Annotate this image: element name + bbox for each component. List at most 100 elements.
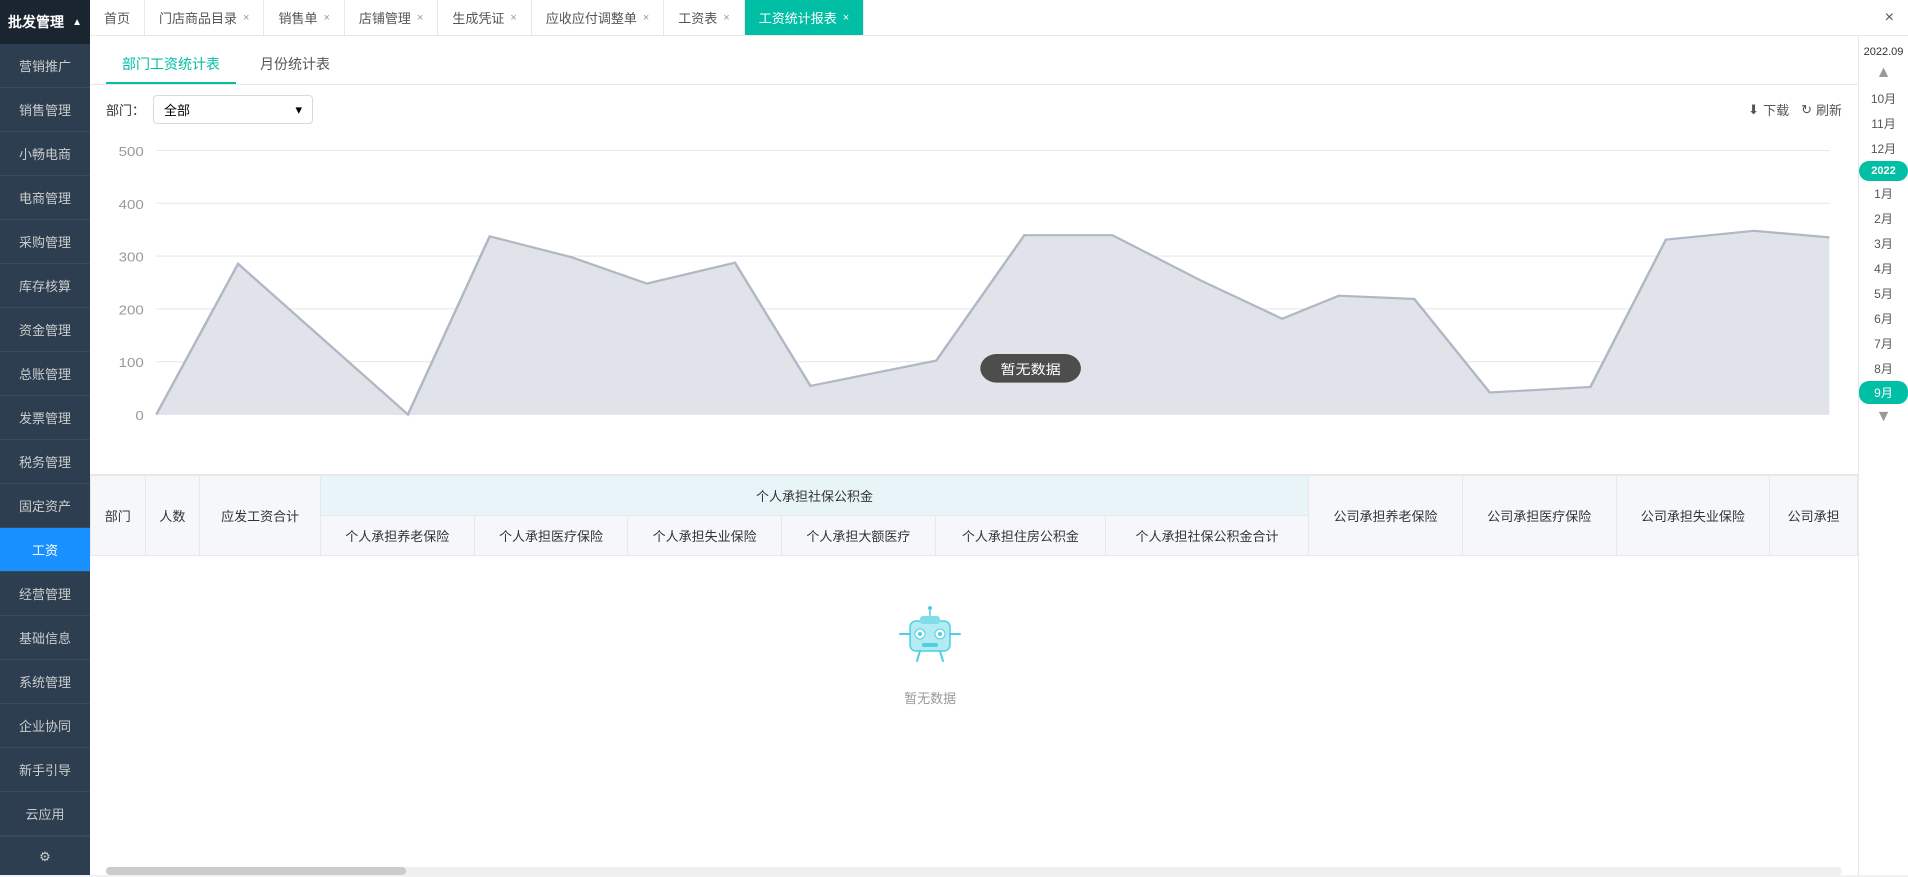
empty-robot-icon — [890, 596, 970, 676]
toolbar: 部门： 全部 ▾ ⬇ 下载 ↻ 刷新 — [90, 85, 1858, 134]
empty-text: 暂无数据 — [904, 688, 956, 707]
sidebar-item-salary[interactable]: 工资 — [0, 528, 90, 572]
download-icon: ⬇ — [1748, 102, 1759, 118]
tab-receivable[interactable]: 应收应付调整单 × — [532, 0, 664, 35]
sidebar-item-ecom[interactable]: 电商管理 — [0, 176, 90, 220]
th-company-pension: 公司承担养老保险 — [1309, 476, 1463, 556]
tab-store[interactable]: 店铺管理 × — [345, 0, 438, 35]
toolbar-right: ⬇ 下载 ↻ 刷新 — [1748, 100, 1842, 119]
download-label: 下载 — [1763, 100, 1789, 119]
th-personal-unemployment: 个人承担失业保险 — [628, 516, 782, 556]
tab-close-goods[interactable]: × — [243, 12, 249, 24]
sidebar-item-finance[interactable]: 资金管理 — [0, 308, 90, 352]
close-all-tabs-button[interactable]: × — [1871, 9, 1908, 27]
sidebar-item-invoice[interactable]: 发票管理 — [0, 396, 90, 440]
sidebar-item-guide[interactable]: 新手引导 — [0, 748, 90, 792]
tab-label-salary-report: 工资统计报表 — [759, 8, 837, 27]
th-personal-group: 个人承担社保公积金 — [320, 476, 1308, 516]
timeline-month-7[interactable]: 4月 — [1859, 256, 1908, 281]
tab-dept-stats[interactable]: 部门工资统计表 — [106, 46, 236, 84]
timeline-month-12[interactable]: 9月 — [1859, 381, 1908, 404]
sidebar-item-cloud[interactable]: 云应用 — [0, 792, 90, 836]
sidebar-footer[interactable]: ⚙ — [0, 836, 90, 877]
th-company-more: 公司承担 — [1770, 476, 1858, 556]
sidebar-item-marketing[interactable]: 营销推广 — [0, 44, 90, 88]
timeline-month-8[interactable]: 5月 — [1859, 281, 1908, 306]
sidebar-item-base[interactable]: 基础信息 — [0, 616, 90, 660]
sidebar-item-sales[interactable]: 销售管理 — [0, 88, 90, 132]
tab-month-stats[interactable]: 月份统计表 — [244, 46, 346, 84]
tab-goods[interactable]: 门店商品目录× — [145, 0, 264, 35]
svg-text:100: 100 — [119, 356, 144, 371]
th-company-medical: 公司承担医疗保险 — [1462, 476, 1616, 556]
dept-label: 部门： — [106, 100, 145, 119]
empty-state: 暂无数据 — [91, 556, 1770, 747]
th-personal-bigmed: 个人承担大额医疗 — [782, 516, 936, 556]
tab-close-sales-order[interactable]: × — [323, 12, 329, 24]
timeline-down-button[interactable]: ▼ — [1872, 404, 1896, 430]
tab-produce[interactable]: 生成凭证 × — [438, 0, 531, 35]
dept-select[interactable]: 全部 ▾ — [153, 95, 313, 124]
sidebar-item-assets[interactable]: 固定资产 — [0, 484, 90, 528]
sidebar-item-ops[interactable]: 经营管理 — [0, 572, 90, 616]
settings-icon: ⚙ — [39, 849, 51, 864]
sidebar-item-corp[interactable]: 企业协同 — [0, 704, 90, 748]
tab-close-produce[interactable]: × — [510, 12, 516, 24]
svg-text:500: 500 — [119, 145, 144, 160]
tab-label-receivable: 应收应付调整单 — [546, 8, 637, 27]
toolbar-left: 部门： 全部 ▾ — [106, 95, 313, 124]
timeline-month-2[interactable]: 12月 — [1859, 136, 1908, 161]
svg-text:暂无数据: 暂无数据 — [1000, 363, 1060, 378]
main-area: 首页门店商品目录×销售单×店铺管理×生成凭证×应收应付调整单×工资表×工资统计报… — [90, 0, 1908, 875]
dept-select-value: 全部 — [164, 100, 190, 119]
timeline-month-9[interactable]: 6月 — [1859, 306, 1908, 331]
th-company-unemployment: 公司承担失业保险 — [1616, 476, 1770, 556]
refresh-label: 刷新 — [1816, 100, 1842, 119]
sidebar-item-system[interactable]: 系统管理 — [0, 660, 90, 704]
sidebar-item-inventory[interactable]: 库存核算 — [0, 264, 90, 308]
sidebar-header-arrow: ▲ — [72, 17, 82, 28]
svg-text:200: 200 — [119, 303, 144, 318]
page-content: 部门工资统计表 月份统计表 部门： 全部 ▾ ⬇ 下载 — [90, 36, 1858, 875]
sidebar-item-tax[interactable]: 税务管理 — [0, 440, 90, 484]
timeline-up-button[interactable]: ▲ — [1872, 60, 1896, 86]
timeline-month-6[interactable]: 3月 — [1859, 231, 1908, 256]
timeline-month-1[interactable]: 11月 — [1859, 111, 1908, 136]
chart-area: 500 400 300 200 100 0 — [90, 134, 1858, 474]
timeline-panel: 2022.09 ▲ 10月11月12月20221月2月3月4月5月6月7月8月9… — [1858, 36, 1908, 875]
horizontal-scrollbar[interactable] — [106, 867, 1842, 875]
tab-label-produce: 生成凭证 — [452, 8, 504, 27]
data-table: 部门 人数 应发工资合计 个人承担社保公积金 公司承担养老保险 公司承担医疗保险… — [90, 475, 1858, 747]
tab-bar: 首页门店商品目录×销售单×店铺管理×生成凭证×应收应付调整单×工资表×工资统计报… — [90, 0, 1908, 36]
tab-close-salary-report[interactable]: × — [843, 12, 849, 24]
timeline-month-0[interactable]: 10月 — [1859, 86, 1908, 111]
download-button[interactable]: ⬇ 下载 — [1748, 100, 1789, 119]
tab-label-store: 店铺管理 — [359, 8, 411, 27]
tab-home[interactable]: 首页 — [90, 0, 145, 35]
tab-salary-report[interactable]: 工资统计报表 × — [745, 0, 864, 35]
timeline-month-10[interactable]: 7月 — [1859, 331, 1908, 356]
timeline-months-container: 10月11月12月20221月2月3月4月5月6月7月8月9月 — [1859, 86, 1908, 404]
sidebar-item-purchase[interactable]: 采购管理 — [0, 220, 90, 264]
tab-salary-table[interactable]: 工资表× — [664, 0, 744, 35]
timeline-month-11[interactable]: 8月 — [1859, 356, 1908, 381]
tab-label-sales-order: 销售单 — [278, 8, 317, 27]
timeline-month-5[interactable]: 2月 — [1859, 206, 1908, 231]
tab-sales-order[interactable]: 销售单 × — [264, 0, 344, 35]
tab-close-store[interactable]: × — [417, 12, 423, 24]
th-personal-medical: 个人承担医疗保险 — [474, 516, 628, 556]
th-personal-total: 个人承担社保公积金合计 — [1105, 516, 1308, 556]
timeline-month-4[interactable]: 1月 — [1859, 181, 1908, 206]
tab-close-receivable[interactable]: × — [643, 12, 649, 24]
sidebar-header[interactable]: 批发管理 ▲ — [0, 0, 90, 44]
inner-tabs: 部门工资统计表 月份统计表 — [90, 36, 1858, 85]
sidebar-item-ledger[interactable]: 总账管理 — [0, 352, 90, 396]
th-total-salary: 应发工资合计 — [200, 476, 321, 556]
tab-label-home: 首页 — [104, 8, 130, 27]
tab-close-salary-table[interactable]: × — [723, 12, 729, 24]
sidebar-item-ecom-small[interactable]: 小畅电商 — [0, 132, 90, 176]
timeline-month-3[interactable]: 2022 — [1859, 161, 1908, 181]
refresh-button[interactable]: ↻ 刷新 — [1801, 100, 1842, 119]
content-area: 部门工资统计表 月份统计表 部门： 全部 ▾ ⬇ 下载 — [90, 36, 1908, 875]
scrollbar-thumb[interactable] — [106, 867, 406, 875]
